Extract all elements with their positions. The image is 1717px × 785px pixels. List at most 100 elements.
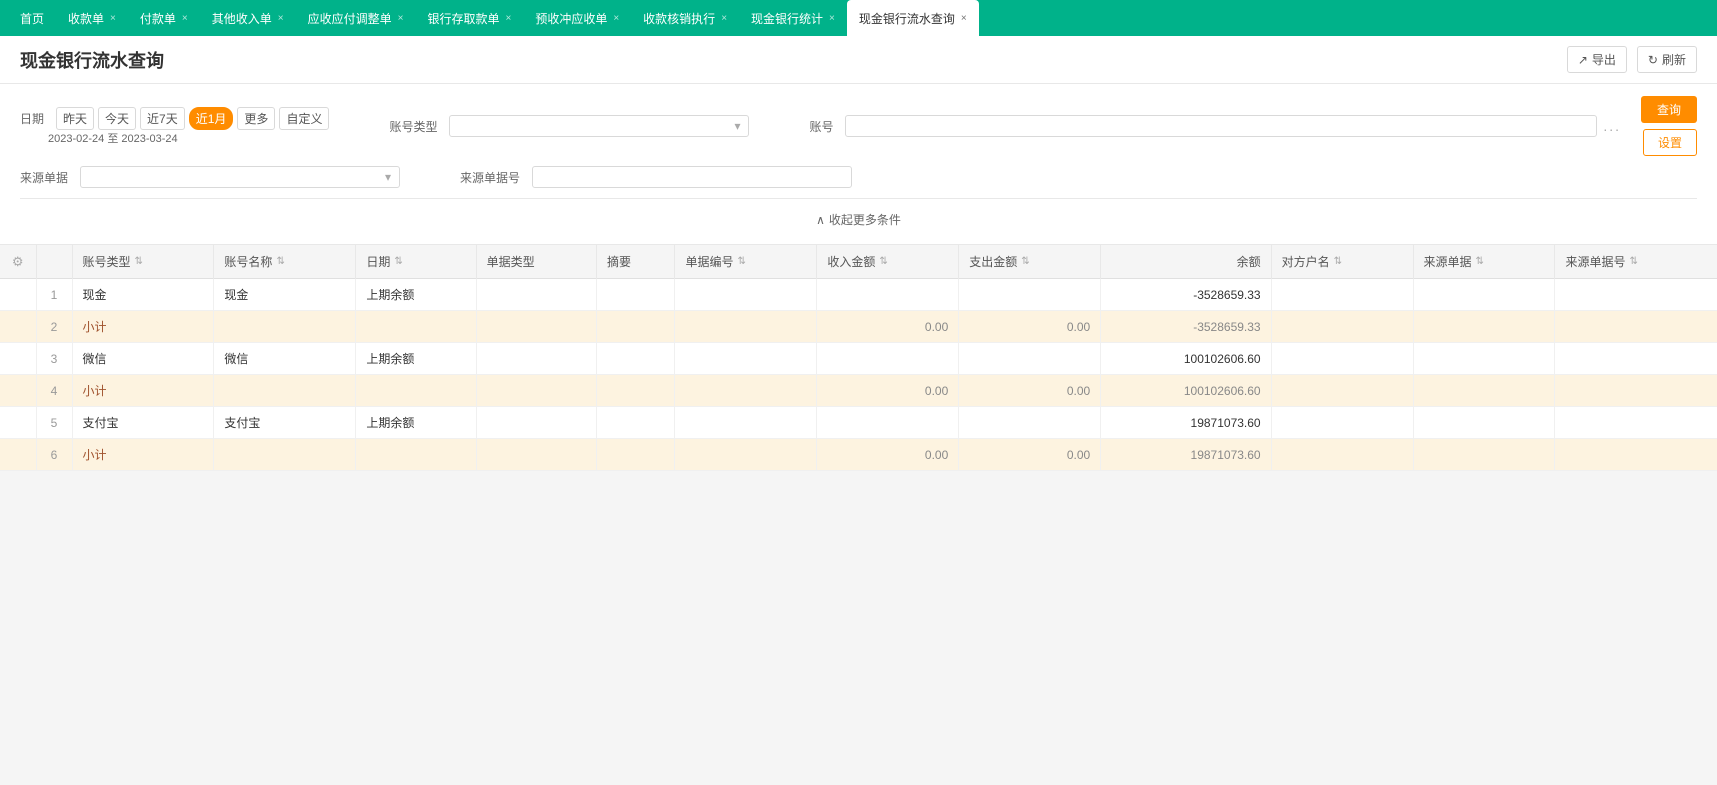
nav-item-收款核销执行[interactable]: 收款核销执行× <box>631 0 739 36</box>
row-source-doc-no <box>1555 439 1717 471</box>
row-expense <box>959 343 1101 375</box>
query-button[interactable]: 查询 <box>1641 96 1697 123</box>
nav-item-现金银行统计[interactable]: 现金银行统计× <box>739 0 847 36</box>
row-balance: -3528659.33 <box>1101 311 1271 343</box>
row-doc-no <box>675 407 817 439</box>
nav-item-收款单[interactable]: 收款单× <box>56 0 128 36</box>
row-settings <box>0 407 36 439</box>
close-icon[interactable]: × <box>505 13 511 24</box>
close-icon[interactable]: × <box>721 13 727 24</box>
collapse-bar[interactable]: ∧ 收起更多条件 <box>20 207 1697 232</box>
date-btn-近1月[interactable]: 近1月 <box>189 107 234 130</box>
data-table: ⚙ 账号类型⇅ 账号名称⇅ 日期⇅ 单据类型 摘要 单据编号⇅ 收入金 <box>0 245 1717 471</box>
row-summary <box>596 439 674 471</box>
th-doc-no[interactable]: 单据编号⇅ <box>675 245 817 279</box>
divider <box>20 198 1697 199</box>
row-source-doc <box>1413 439 1555 471</box>
source-doc-no-input[interactable] <box>532 166 852 188</box>
date-btn-近7天[interactable]: 近7天 <box>140 107 185 130</box>
export-icon: ↗ <box>1578 53 1588 67</box>
sort-icon-9: ⇅ <box>1629 256 1637 267</box>
gear-icon[interactable]: ⚙ <box>12 254 24 269</box>
row-doc-type <box>476 439 596 471</box>
export-button[interactable]: ↗ 导出 <box>1567 46 1627 73</box>
row-num: 3 <box>36 343 72 375</box>
filter-row-2: 来源单据 ▾ 来源单据号 <box>20 166 1697 188</box>
nav-item-预收冲应收单[interactable]: 预收冲应收单× <box>523 0 631 36</box>
date-buttons: 昨天今天近7天近1月更多自定义 <box>56 107 329 130</box>
nav-item-银行存取款单[interactable]: 银行存取款单× <box>415 0 523 36</box>
th-expense[interactable]: 支出金额⇅ <box>959 245 1101 279</box>
row-account-name: 微信 <box>214 343 356 375</box>
row-source-doc-no <box>1555 311 1717 343</box>
row-doc-no <box>675 279 817 311</box>
th-source-doc-no[interactable]: 来源单据号⇅ <box>1555 245 1717 279</box>
date-btn-自定义[interactable]: 自定义 <box>279 107 329 130</box>
row-doc-no <box>675 343 817 375</box>
date-label: 日期 <box>20 110 44 127</box>
row-source-doc-no <box>1555 375 1717 407</box>
source-doc-select[interactable]: ▾ <box>80 166 400 188</box>
page-header: 现金银行流水查询 ↗ 导出 ↻ 刷新 <box>0 36 1717 84</box>
collapse-icon: ∧ <box>816 213 825 227</box>
refresh-icon: ↻ <box>1648 53 1658 67</box>
th-source-doc[interactable]: 来源单据⇅ <box>1413 245 1555 279</box>
row-income <box>817 343 959 375</box>
row-account-name: 支付宝 <box>214 407 356 439</box>
close-icon[interactable]: × <box>278 13 284 24</box>
account-input[interactable] <box>845 115 1597 137</box>
row-balance: 19871073.60 <box>1101 407 1271 439</box>
settings-button[interactable]: 设置 <box>1643 129 1697 156</box>
row-income: 0.00 <box>817 439 959 471</box>
row-counterparty <box>1271 311 1413 343</box>
row-account-name <box>214 375 356 407</box>
table-row: 5支付宝支付宝上期余额19871073.60 <box>0 407 1717 439</box>
sort-icon-7: ⇅ <box>1334 256 1342 267</box>
row-income <box>817 407 959 439</box>
close-icon[interactable]: × <box>398 13 404 24</box>
th-counterparty[interactable]: 对方户名⇅ <box>1271 245 1413 279</box>
sort-icon-3: ⇅ <box>394 256 402 267</box>
date-btn-更多[interactable]: 更多 <box>237 107 275 130</box>
row-counterparty <box>1271 407 1413 439</box>
row-date: 上期余额 <box>356 279 476 311</box>
table-settings-col[interactable]: ⚙ <box>0 245 36 279</box>
close-icon[interactable]: × <box>829 13 835 24</box>
row-source-doc <box>1413 279 1555 311</box>
more-options-icon[interactable]: ... <box>1603 118 1621 134</box>
refresh-button[interactable]: ↻ 刷新 <box>1637 46 1697 73</box>
th-account-type[interactable]: 账号类型⇅ <box>72 245 214 279</box>
row-settings <box>0 279 36 311</box>
th-balance: 余额 <box>1101 245 1271 279</box>
row-doc-type <box>476 279 596 311</box>
row-source-doc <box>1413 407 1555 439</box>
row-expense: 0.00 <box>959 311 1101 343</box>
nav-item-应收应付调整单[interactable]: 应收应付调整单× <box>296 0 416 36</box>
row-num: 1 <box>36 279 72 311</box>
source-doc-label: 来源单据 <box>20 169 68 186</box>
account-type-select[interactable]: ▾ <box>449 115 749 137</box>
row-doc-type <box>476 375 596 407</box>
sort-icon-2: ⇅ <box>276 256 284 267</box>
close-icon[interactable]: × <box>613 13 619 24</box>
nav-item-付款单[interactable]: 付款单× <box>128 0 200 36</box>
nav-item-其他收入单[interactable]: 其他收入单× <box>200 0 296 36</box>
nav-item-现金银行流水查询[interactable]: 现金银行流水查询× <box>847 0 979 36</box>
th-income[interactable]: 收入金额⇅ <box>817 245 959 279</box>
row-balance: 100102606.60 <box>1101 343 1271 375</box>
date-btn-昨天[interactable]: 昨天 <box>56 107 94 130</box>
row-account-type: 小计 <box>72 439 214 471</box>
th-date[interactable]: 日期⇅ <box>356 245 476 279</box>
row-account-type: 小计 <box>72 311 214 343</box>
th-account-name[interactable]: 账号名称⇅ <box>214 245 356 279</box>
close-icon[interactable]: × <box>110 13 116 24</box>
row-account-name: 现金 <box>214 279 356 311</box>
row-settings <box>0 439 36 471</box>
row-expense <box>959 407 1101 439</box>
table-row: 1现金现金上期余额-3528659.33 <box>0 279 1717 311</box>
close-icon[interactable]: × <box>961 13 967 24</box>
date-btn-今天[interactable]: 今天 <box>98 107 136 130</box>
close-icon[interactable]: × <box>182 13 188 24</box>
nav-home[interactable]: 首页 <box>8 0 56 36</box>
row-doc-type <box>476 407 596 439</box>
